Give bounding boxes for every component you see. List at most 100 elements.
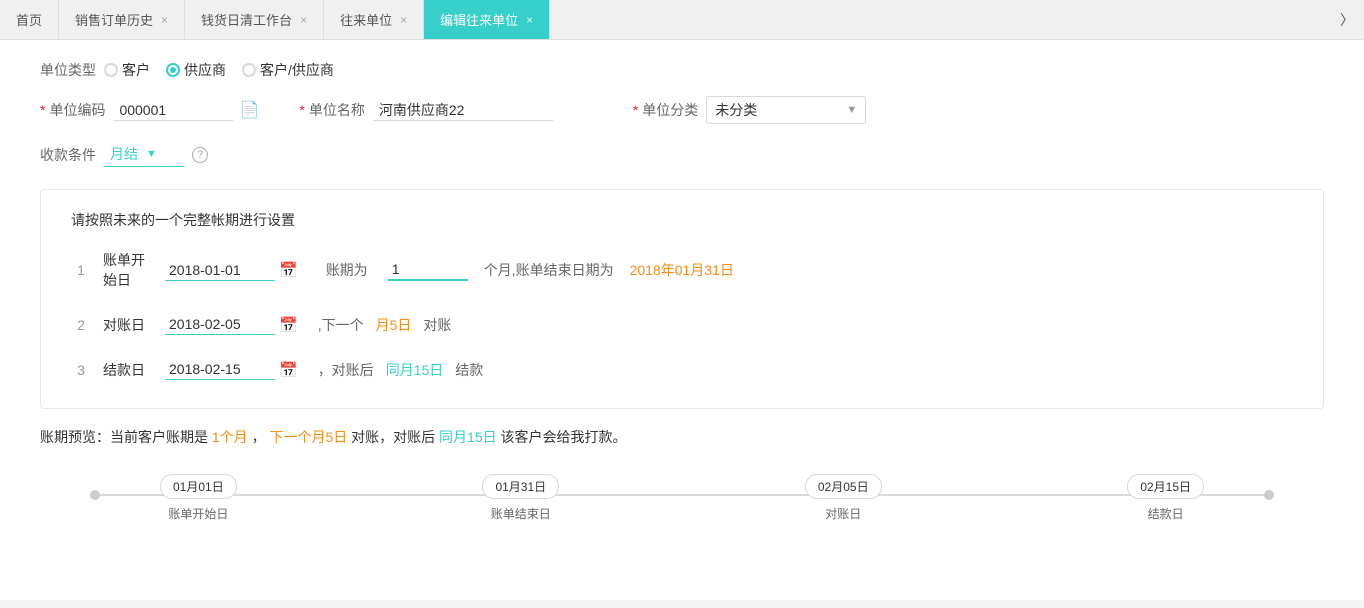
row-2-cal-icon[interactable]: 📅 [279,316,298,334]
payment-row: 收款条件 月结 ▼ ? [40,142,1324,167]
node-2-label: 账单结束日 [491,505,551,522]
node-2-date: 01月31日 [482,474,559,499]
radio-group: 客户 供应商 客户/供应商 [104,60,334,80]
preview-section: 账期预览：当前客户账期是 1个月 ， 下一个月5日 对账，对账后 同月15日 该… [40,425,1324,450]
payment-label: 收款条件 [40,145,96,165]
row-1-period-prefix: 账期为 [326,260,368,280]
tab-sales-history-close[interactable]: × [161,13,168,27]
preview-highlight3: 同月15日 [439,429,497,445]
timeline-node-2: 01月31日 账单结束日 [482,474,559,522]
tab-home[interactable]: 首页 [0,0,59,39]
tab-home-label: 首页 [16,10,42,29]
row-1-period-suffix: 个月,账单结束日期为 [484,260,614,280]
radio-supplier[interactable]: 供应商 [166,60,226,80]
fields-row: * 单位编码 📄 * 单位名称 * 单位分类 未分类 ▼ [40,96,1324,124]
timeline-container: 01月01日 账单开始日 01月31日 账单结束日 02月05日 对账日 02月… [40,474,1324,522]
radio-supplier-label: 供应商 [184,60,226,80]
preview-highlight2: 下一个月5日 [269,429,347,445]
preview-prefix: 账期预览：当前客户账期是 [40,429,208,445]
row-2-date-input[interactable] [165,314,275,335]
payment-arrow-icon: ▼ [146,148,157,160]
unit-type-row: 单位类型 客户 供应商 客户/供应商 [40,60,1324,80]
payment-select[interactable]: 月结 ▼ [104,142,184,167]
timeline-line [100,494,1264,496]
row-3-num: 3 [71,362,91,378]
setting-row-2: 2 对账日 📅 ,下一个 月5日 对账 [71,314,1293,335]
row-3-suffix-text: 结款 [455,360,483,380]
category-arrow-icon: ▼ [846,104,857,116]
timeline-node-3: 02月05日 对账日 [805,474,882,522]
radio-supplier-circle [166,63,180,77]
setting-row-1: 1 账单开始日 📅 账期为 个月,账单结束日期为 2018年01月31日 [71,250,1293,290]
timeline-right-dot [1264,490,1274,500]
row-3-cal-icon[interactable]: 📅 [279,361,298,379]
radio-customer-circle [104,63,118,77]
node-3-date: 02月05日 [805,474,882,499]
tab-partner-close[interactable]: × [400,13,407,27]
radio-both[interactable]: 客户/供应商 [242,60,334,80]
tab-edit-partner-label: 编辑往来单位 [440,10,518,29]
unit-type-label: 单位类型 [40,60,96,80]
code-input[interactable] [113,100,233,121]
category-required-star: * [633,102,638,118]
row-1-period-input[interactable] [388,259,468,281]
category-value: 未分类 [715,100,846,120]
tab-sales-history[interactable]: 销售订单历史 × [59,0,185,39]
code-icon[interactable]: 📄 [239,100,259,120]
node-4-date: 02月15日 [1127,474,1204,499]
node-3-label: 对账日 [825,505,861,522]
setting-row-3: 3 结款日 📅 ，对账后 同月15日 结款 [71,359,1293,380]
tab-partner-label: 往来单位 [340,10,392,29]
row-2-num: 2 [71,317,91,333]
tab-cash-work-close[interactable]: × [300,13,307,27]
tab-scroll-arrow[interactable]: 〉 [1330,0,1364,39]
settings-card: 请按照未来的一个完整帐期进行设置 1 账单开始日 📅 账期为 个月,账单结束日期… [40,189,1324,409]
tab-cash-work[interactable]: 钱货日清工作台 × [185,0,324,39]
row-3-suffix-highlight: 同月15日 [386,360,444,380]
row-1-cal-icon[interactable]: 📅 [279,261,298,279]
name-required-star: * [299,102,304,118]
timeline-node-4: 02月15日 结款日 [1127,474,1204,522]
payment-value: 月结 [104,142,144,166]
code-required-star: * [40,102,45,118]
tab-sales-history-label: 销售订单历史 [75,10,153,29]
tab-edit-partner[interactable]: 编辑往来单位 × [424,0,550,39]
category-dropdown[interactable]: 未分类 ▼ [706,96,866,124]
row-3-suffix-prefix: ，对账后 [318,360,374,380]
code-field-group: * 单位编码 📄 [40,100,259,121]
radio-both-label: 客户/供应商 [260,60,334,80]
row-2-suffix-text: 对账 [423,315,451,335]
code-label: 单位编码 [49,100,105,120]
row-1-date-input[interactable] [165,260,275,281]
category-label: 单位分类 [642,100,698,120]
name-field-group: * 单位名称 [299,100,552,121]
page-content: 单位类型 客户 供应商 客户/供应商 * 单位编码 📄 * 单位名称 [0,40,1364,600]
row-1-date-wrapper: 📅 [165,260,298,281]
payment-help-icon[interactable]: ? [192,147,208,163]
tab-edit-partner-close[interactable]: × [526,13,533,27]
tab-cash-work-label: 钱货日清工作台 [201,10,292,29]
row-3-type: 结款日 [103,360,153,380]
row-3-date-wrapper: 📅 [165,359,298,380]
card-title: 请按照未来的一个完整帐期进行设置 [71,210,1293,230]
row-1-period-end: 2018年01月31日 [630,260,734,280]
row-1-num: 1 [71,262,91,278]
category-field-group: * 单位分类 未分类 ▼ [633,96,866,124]
row-1-type: 账单开始日 [103,250,153,290]
preview-text2: 对账，对账后 [351,429,435,445]
node-1-date: 01月01日 [160,474,237,499]
row-2-type: 对账日 [103,315,153,335]
timeline-node-1: 01月01日 账单开始日 [160,474,237,522]
row-3-date-input[interactable] [165,359,275,380]
row-2-date-wrapper: 📅 [165,314,298,335]
row-2-suffix-highlight: 月5日 [376,315,412,335]
name-input[interactable] [373,100,553,121]
timeline-left-dot [90,490,100,500]
preview-highlight1: 1个月 [212,429,248,445]
preview-text1: ， [252,429,266,445]
node-4-label: 结款日 [1148,505,1184,522]
radio-customer[interactable]: 客户 [104,60,150,80]
row-2-suffix-prefix: ,下一个 [318,315,364,335]
tabs-bar: 首页 销售订单历史 × 钱货日清工作台 × 往来单位 × 编辑往来单位 × 〉 [0,0,1364,40]
tab-partner[interactable]: 往来单位 × [324,0,424,39]
